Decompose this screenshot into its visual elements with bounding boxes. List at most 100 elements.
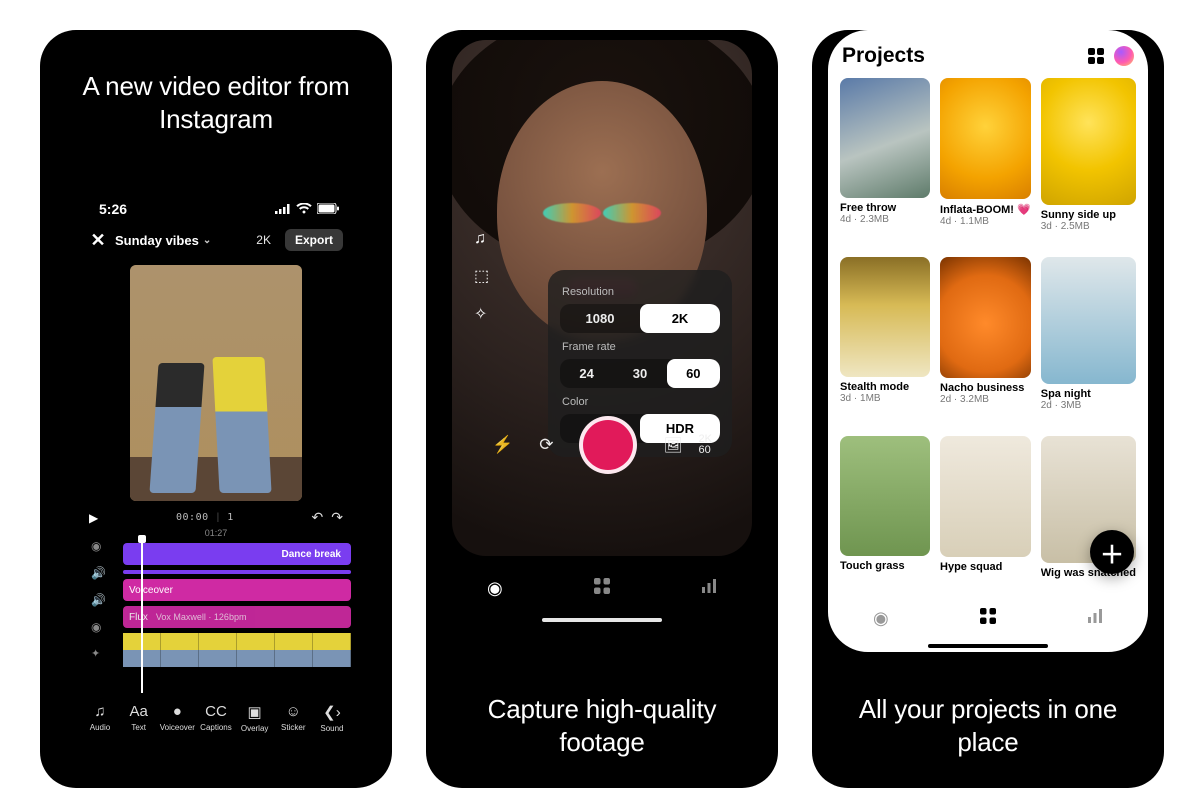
project-cell[interactable]: Nacho business2d · 3.2MB <box>940 257 1031 426</box>
track-spacer <box>123 570 351 574</box>
project-name: Inflata-BOOM! 💗 <box>940 203 1031 216</box>
undo-icon[interactable]: ↶ <box>312 509 324 526</box>
project-thumbnail[interactable] <box>840 257 930 377</box>
preview-figure <box>212 357 271 493</box>
flash-icon[interactable]: ⚡ <box>492 435 513 455</box>
resolution-badge[interactable]: 2K 60 <box>699 434 712 456</box>
music-note-icon: ♫ <box>94 703 105 720</box>
timeline-controls: ▶ 00:00 | 1 ↶ ↷ <box>81 507 351 530</box>
track-video-thumbs[interactable] <box>123 633 351 667</box>
timeline[interactable]: ◉ 🔊 🔊 ◉ ✦ Dance break Voiceover Flux Vox… <box>123 543 351 693</box>
tool-text[interactable]: AaText <box>122 703 156 733</box>
screenshot-card-editor: A new video editor from Instagram 5:26 <box>40 30 392 788</box>
framerate-option[interactable]: 30 <box>613 359 666 388</box>
speaker-icon[interactable]: 🔊 <box>91 593 106 607</box>
camera-viewfinder[interactable]: ♫ ⬚ ✧ Resolution 1080 2K Frame rate 24 3… <box>452 40 752 556</box>
track-music[interactable]: Flux Vox Maxwell · 126bpm <box>123 606 351 628</box>
project-meta: 4d · 2.3MB <box>840 214 930 225</box>
tool-overlay[interactable]: ▣Overlay <box>238 703 272 733</box>
framerate-label: Frame rate <box>562 341 718 353</box>
project-thumbnail[interactable] <box>940 257 1031 378</box>
status-bar: 5:26 <box>81 195 351 223</box>
export-button[interactable]: Export <box>285 229 343 251</box>
framerate-segment[interactable]: 24 30 60 <box>560 359 720 388</box>
status-time: 5:26 <box>99 201 127 217</box>
project-cell[interactable]: Inflata-BOOM! 💗4d · 1.1MB <box>940 78 1031 247</box>
preview-figure <box>149 363 204 493</box>
project-title-dropdown[interactable]: Sunday vibes ⌄ <box>115 233 211 248</box>
timeline-frametime: 01:27 <box>81 528 351 538</box>
projects-grid: Free throw4d · 2.3MBInflata-BOOM! 💗4d · … <box>828 74 1148 594</box>
visibility-icon[interactable]: ◉ <box>91 539 106 553</box>
sparkle-icon[interactable]: ✧ <box>474 304 489 324</box>
tool-voiceover[interactable]: ●Voiceover <box>160 703 194 733</box>
bottom-tab-bar: ◉ <box>828 590 1148 646</box>
playhead[interactable] <box>141 539 143 693</box>
tool-sticker[interactable]: ☺Sticker <box>276 703 310 733</box>
bottom-tab-bar: ◉ <box>442 560 762 616</box>
project-thumbnail[interactable] <box>840 436 930 556</box>
tab-capture[interactable]: ◉ <box>487 578 503 599</box>
timeline-scale: 1 <box>227 512 234 523</box>
speaker-icon[interactable]: 🔊 <box>91 566 106 580</box>
resolution-segment[interactable]: 1080 2K <box>560 304 720 333</box>
music-icon[interactable]: ♫ <box>474 230 489 248</box>
track-gutter-icons: ◉ 🔊 🔊 ◉ ✦ <box>91 539 106 660</box>
project-thumbnail[interactable] <box>840 78 930 198</box>
project-thumbnail[interactable] <box>940 78 1031 199</box>
tab-insights[interactable] <box>1087 608 1103 629</box>
play-icon[interactable]: ▶ <box>89 511 98 525</box>
framerate-option-selected[interactable]: 60 <box>667 359 720 388</box>
track-voiceover[interactable]: Voiceover <box>123 579 351 601</box>
home-indicator <box>928 644 1048 648</box>
video-preview[interactable] <box>130 265 302 501</box>
resolution-option[interactable]: 1080 <box>560 304 640 333</box>
project-cell[interactable]: Stealth mode3d · 1MB <box>840 257 930 426</box>
flip-camera-icon[interactable]: ⟳ <box>539 435 553 455</box>
track-marker[interactable]: Dance break <box>123 543 351 565</box>
gallery-icon[interactable]: 🖼 <box>663 436 682 454</box>
project-thumbnail[interactable] <box>1041 257 1136 384</box>
project-meta: 3d · 1MB <box>840 393 930 404</box>
tool-captions[interactable]: CCCaptions <box>199 703 233 733</box>
tab-projects[interactable] <box>593 577 611 600</box>
app-store-screenshots: A new video editor from Instagram 5:26 <box>0 0 1200 801</box>
resolution-option-selected[interactable]: 2K <box>640 304 720 333</box>
card1-caption: A new video editor from Instagram <box>40 30 392 145</box>
new-project-button[interactable]: ＋ <box>1090 530 1134 574</box>
status-icons <box>275 201 339 217</box>
tool-sound[interactable]: ❮›Sound <box>315 703 349 733</box>
project-cell[interactable]: Hype squad <box>940 436 1031 594</box>
tool-audio[interactable]: ♫Audio <box>83 703 117 733</box>
frame-icon[interactable]: ⬚ <box>474 266 489 286</box>
close-icon[interactable]: ✕ <box>89 230 107 251</box>
quality-label[interactable]: 2K <box>256 233 271 247</box>
effects-icon[interactable]: ✦ <box>91 647 106 660</box>
project-cell[interactable]: Touch grass <box>840 436 930 594</box>
project-cell[interactable]: Free throw4d · 2.3MB <box>840 78 930 247</box>
tab-projects[interactable] <box>979 607 997 630</box>
mic-icon: ● <box>173 703 182 720</box>
tab-capture[interactable]: ◉ <box>873 608 889 629</box>
sort-icon[interactable] <box>1088 48 1104 64</box>
framerate-option[interactable]: 24 <box>560 359 613 388</box>
visibility-icon[interactable]: ◉ <box>91 620 106 634</box>
sticker-icon: ☺ <box>286 703 301 720</box>
home-indicator <box>542 618 662 622</box>
project-thumbnail[interactable] <box>940 436 1031 557</box>
project-cell[interactable]: Sunny side up3d · 2.5MB <box>1041 78 1136 247</box>
screenshot-card-capture: ♫ ⬚ ✧ Resolution 1080 2K Frame rate 24 3… <box>426 30 778 788</box>
editor-toolstrip: ♫Audio AaText ●Voiceover CCCaptions ▣Ove… <box>81 693 351 733</box>
project-name: Nacho business <box>940 382 1031 394</box>
chevron-down-icon: ⌄ <box>203 235 211 246</box>
project-thumbnail[interactable] <box>1041 78 1136 205</box>
tab-insights[interactable] <box>701 578 717 599</box>
cc-icon: CC <box>205 703 227 720</box>
redo-icon[interactable]: ↷ <box>331 509 343 526</box>
avatar[interactable] <box>1114 46 1134 66</box>
text-icon: Aa <box>129 703 147 720</box>
overlay-icon: ▣ <box>248 703 262 721</box>
camera-side-tools: ♫ ⬚ ✧ <box>474 230 489 324</box>
project-cell[interactable]: Spa night2d · 3MB <box>1041 257 1136 426</box>
shutter-button[interactable] <box>579 416 637 474</box>
